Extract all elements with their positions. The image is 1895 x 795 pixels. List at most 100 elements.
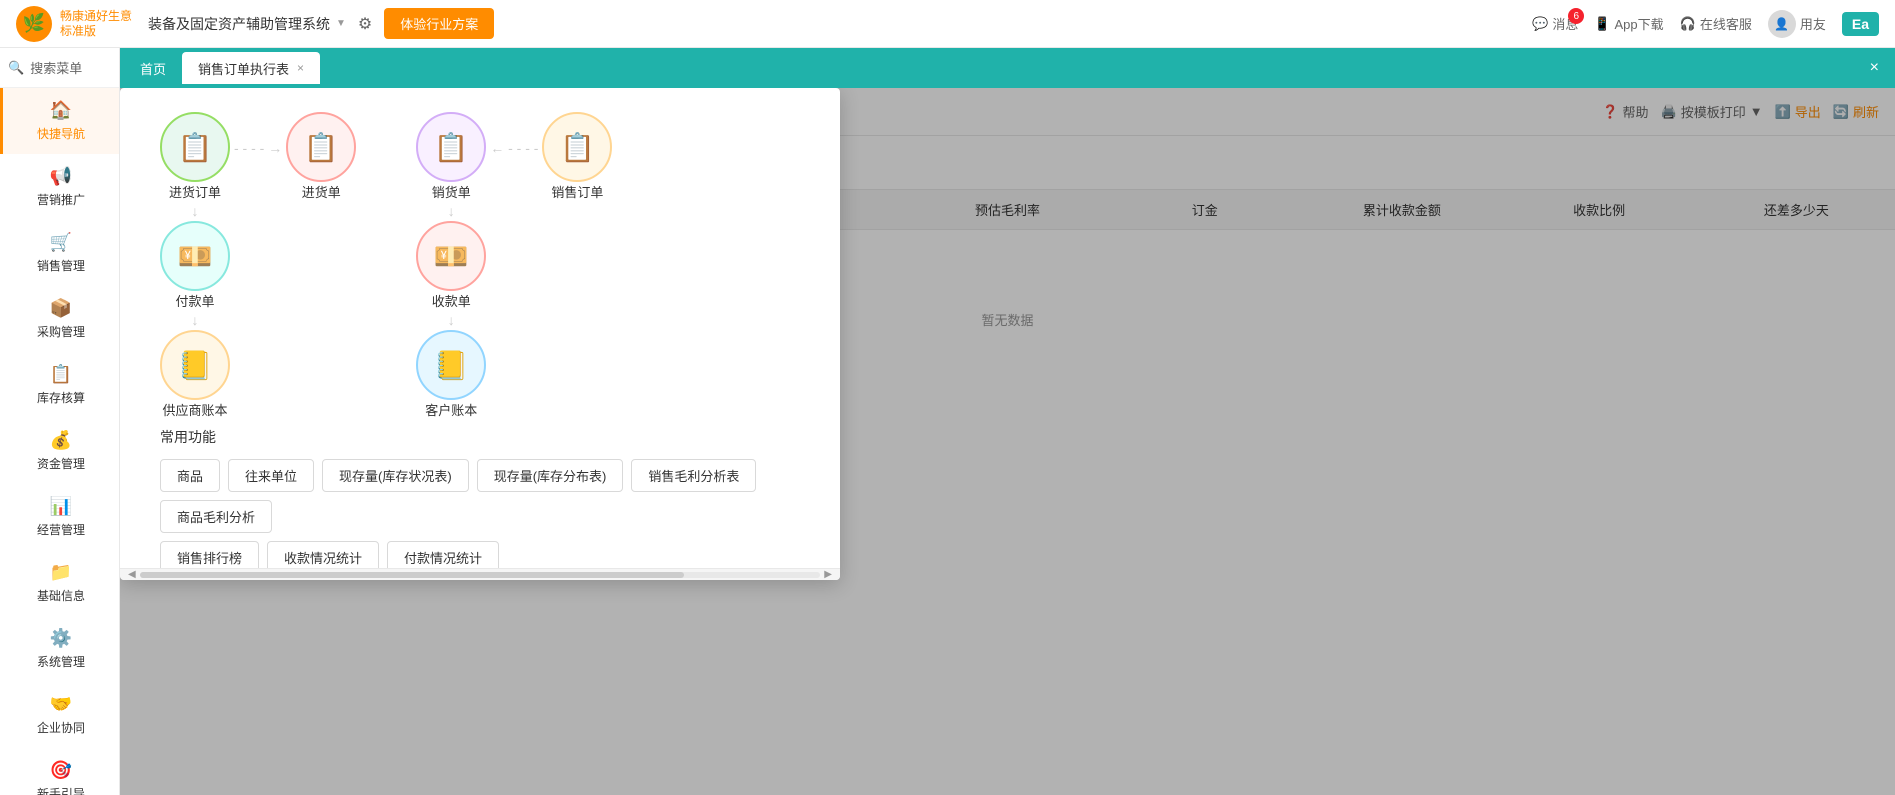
sales-order-label: 销售订单 — [551, 182, 603, 201]
message-icon: 💬 — [1532, 16, 1548, 32]
finance-icon: 💰 — [50, 430, 72, 451]
sales-order-circle: 📋 — [542, 112, 612, 182]
sidebar-label-newbie: 新手引导 — [37, 785, 85, 795]
purchase-node: 📋 进货单 — [286, 112, 356, 201]
sales-node: 📋 销货单 — [416, 112, 486, 201]
sidebar-label-system: 系统管理 — [37, 653, 85, 670]
modal-overlay[interactable]: 📋 进货订单 ↓ 💴 付款单 — [120, 88, 1895, 795]
sidebar-item-basic[interactable]: 📁 基础信息 — [0, 550, 119, 616]
content-area: 首页 销售订单执行表 × × ❓ 帮助 🖨️ — [120, 48, 1895, 795]
down-arrow-4: ↓ — [448, 312, 455, 328]
receipt-label: 收款单 — [432, 291, 471, 310]
app-download-button[interactable]: 📱 App下载 — [1594, 14, 1663, 33]
search-label: 搜索菜单 — [30, 58, 82, 77]
func-goods[interactable]: 商品 — [160, 459, 220, 492]
system-icon: ⚙️ — [50, 628, 72, 649]
func-sales-gross[interactable]: 销售毛利分析表 — [631, 459, 756, 492]
customer-label: 客户账本 — [425, 400, 477, 419]
func-stock-status[interactable]: 现存量(库存状况表) — [322, 459, 469, 492]
func-partners[interactable]: 往来单位 — [228, 459, 314, 492]
supplier-label: 供应商账本 — [162, 400, 227, 419]
common-functions: 常用功能 商品 往来单位 现存量(库存状况表) 现存量(库存分布表) 销售毛利分… — [160, 427, 800, 568]
main-layout: 🔍 搜索菜单 🏠 快捷导航 📢 营销推广 🛒 销售管理 📦 采购管理 📋 — [0, 48, 1895, 795]
center-left-column: 📋 进货单 — [286, 112, 356, 331]
modal-scrollbar: ◀ ▶ — [120, 568, 840, 580]
func-stock-dist[interactable]: 现存量(库存分布表) — [477, 459, 624, 492]
sidebar-label-inventory: 库存核算 — [37, 389, 85, 406]
tab-sales-order-label: 销售订单执行表 — [198, 59, 289, 78]
sidebar-label-sales: 销售管理 — [37, 257, 85, 274]
sidebar-item-marketing[interactable]: 📢 营销推广 — [0, 154, 119, 220]
purchase-order-node: 📋 进货订单 — [160, 112, 230, 201]
headset-icon: 🎧 — [1680, 16, 1696, 32]
func-receipt-stats[interactable]: 收款情况统计 — [267, 541, 379, 568]
scroll-left-icon[interactable]: ◀ — [124, 569, 140, 580]
sidebar-item-finance[interactable]: 💰 资金管理 — [0, 418, 119, 484]
supplier-node: 📒 供应商账本 — [160, 330, 230, 419]
func-sales-rank[interactable]: 销售排行榜 — [160, 541, 259, 568]
ea-badge[interactable]: Ea — [1842, 12, 1879, 36]
arrow-2: ← - - - - — [486, 112, 542, 156]
down-arrow-2: ↓ — [192, 312, 199, 328]
newbie-icon: 🎯 — [50, 760, 72, 781]
purchase-icon: 📦 — [50, 298, 72, 319]
sidebar-item-operation[interactable]: 📊 经营管理 — [0, 484, 119, 550]
message-button[interactable]: 💬 消息 6 — [1532, 14, 1578, 33]
dropdown-arrow-icon[interactable]: ▼ — [336, 18, 346, 29]
window-close-button[interactable]: × — [1858, 59, 1891, 77]
tab-bar: 首页 销售订单执行表 × × — [120, 48, 1895, 88]
sidebar-item-collab[interactable]: 🤝 企业协同 — [0, 682, 119, 748]
common-functions-title: 常用功能 — [160, 427, 800, 447]
payment-node: 💴 付款单 — [160, 221, 230, 310]
sidebar-search[interactable]: 🔍 搜索菜单 — [0, 48, 119, 88]
app-download-label: App下载 — [1615, 14, 1664, 33]
online-service-button[interactable]: 🎧 在线客服 — [1680, 14, 1752, 33]
top-bar: 🌿 畅康通好生意 标准版 装备及固定资产辅助管理系统 ▼ ⚙ 体验行业方案 💬 … — [0, 0, 1895, 48]
customer-circle: 📒 — [416, 330, 486, 400]
receipt-circle: 💴 — [416, 221, 486, 291]
settings-icon[interactable]: ⚙ — [358, 14, 372, 34]
logo-text: 畅康通好生意 标准版 — [60, 9, 132, 38]
collab-icon: 🤝 — [50, 694, 72, 715]
logo-area: 🌿 畅康通好生意 标准版 — [16, 6, 136, 42]
message-badge: 6 — [1568, 8, 1584, 24]
sidebar-label-collab: 企业协同 — [37, 719, 85, 736]
left-column: 📋 进货订单 ↓ 💴 付款单 — [160, 112, 230, 419]
sales-circle: 📋 — [416, 112, 486, 182]
scrollbar-thumb — [140, 572, 684, 578]
scroll-right-icon[interactable]: ▶ — [820, 569, 836, 580]
func-payment-stats[interactable]: 付款情况统计 — [387, 541, 499, 568]
sidebar-item-system[interactable]: ⚙️ 系统管理 — [0, 616, 119, 682]
user-menu[interactable]: 👤 用友 — [1768, 10, 1826, 38]
home-icon: 🏠 — [50, 100, 72, 121]
sidebar-item-inventory[interactable]: 📋 库存核算 — [0, 352, 119, 418]
right-column: 📋 销售订单 — [542, 112, 612, 331]
operation-icon: 📊 — [50, 496, 72, 517]
tab-home-label: 首页 — [140, 59, 166, 78]
tab-home[interactable]: 首页 — [124, 52, 182, 84]
app-download-icon: 📱 — [1594, 16, 1610, 32]
down-arrow-3: ↓ — [448, 203, 455, 219]
purchase-order-label: 进货订单 — [169, 182, 221, 201]
function-buttons: 商品 往来单位 现存量(库存状况表) 现存量(库存分布表) 销售毛利分析表 商品… — [160, 459, 800, 533]
sidebar-item-purchase[interactable]: 📦 采购管理 — [0, 286, 119, 352]
sidebar-label-finance: 资金管理 — [37, 455, 85, 472]
sidebar-label-operation: 经营管理 — [37, 521, 85, 538]
search-icon: 🔍 — [8, 60, 24, 76]
tab-close-icon[interactable]: × — [297, 61, 304, 75]
purchase-order-circle: 📋 — [160, 112, 230, 182]
purchase-label: 进货单 — [302, 182, 341, 201]
func-goods-gross[interactable]: 商品毛利分析 — [160, 500, 272, 533]
tab-sales-order[interactable]: 销售订单执行表 × — [182, 52, 320, 84]
system-title: 装备及固定资产辅助管理系统 ▼ — [148, 14, 346, 34]
payment-label: 付款单 — [175, 291, 214, 310]
sidebar-item-quick[interactable]: 🏠 快捷导航 — [0, 88, 119, 154]
trial-button[interactable]: 体验行业方案 — [384, 8, 494, 39]
avatar: 👤 — [1768, 10, 1796, 38]
sidebar-item-newbie[interactable]: 🎯 新手引导 — [0, 748, 119, 795]
sidebar-item-sales[interactable]: 🛒 销售管理 — [0, 220, 119, 286]
modal-content: 📋 进货订单 ↓ 💴 付款单 — [120, 88, 840, 568]
logo-icon: 🌿 — [16, 6, 52, 42]
purchase-circle: 📋 — [286, 112, 356, 182]
sidebar-label-quick: 快捷导航 — [37, 125, 85, 142]
